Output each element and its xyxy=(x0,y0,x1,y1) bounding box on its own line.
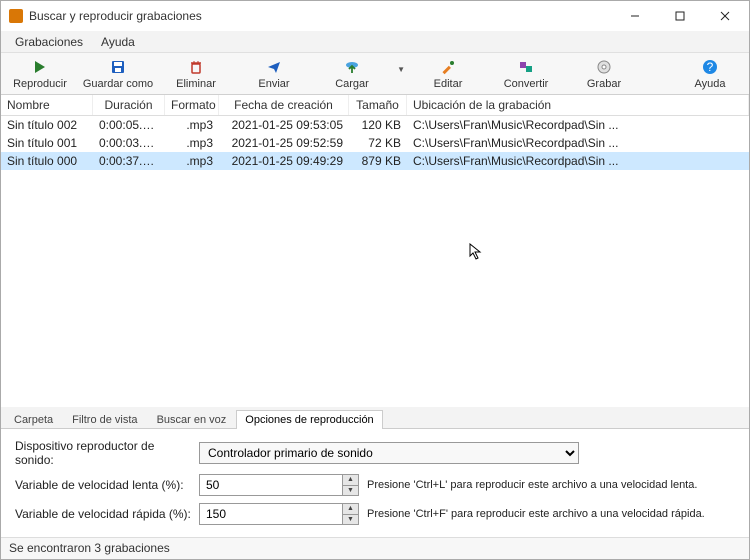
slow-speed-input[interactable] xyxy=(199,474,359,496)
cell-name: Sin título 000 xyxy=(1,152,93,170)
save-icon xyxy=(109,58,127,76)
fast-speed-label: Variable de velocidad rápida (%): xyxy=(15,507,191,521)
cell-name: Sin título 001 xyxy=(1,134,93,152)
cell-size: 120 KB xyxy=(349,116,407,134)
maximize-button[interactable] xyxy=(657,2,702,30)
table-header: Nombre Duración Formato Fecha de creació… xyxy=(1,95,749,116)
cell-format: .mp3 xyxy=(165,116,219,134)
dropdown-arrow-icon[interactable]: ▼ xyxy=(397,65,405,74)
col-created[interactable]: Fecha de creación xyxy=(219,95,349,115)
menubar: Grabaciones Ayuda xyxy=(1,31,749,53)
app-icon xyxy=(9,9,23,23)
play-button[interactable]: Reproducir xyxy=(1,55,79,92)
send-icon xyxy=(265,58,283,76)
trash-icon xyxy=(187,58,205,76)
toolbar: Reproducir Guardar como Eliminar Enviar … xyxy=(1,53,749,95)
edit-button[interactable]: Editar xyxy=(409,55,487,92)
window-title: Buscar y reproducir grabaciones xyxy=(29,9,612,23)
cell-size: 72 KB xyxy=(349,134,407,152)
send-button[interactable]: Enviar xyxy=(235,55,313,92)
menu-recordings[interactable]: Grabaciones xyxy=(7,33,91,51)
close-button[interactable] xyxy=(702,2,747,30)
fast-speed-input[interactable] xyxy=(199,503,359,525)
minimize-button[interactable] xyxy=(612,2,657,30)
status-bar: Se encontraron 3 grabaciones xyxy=(1,537,749,559)
cell-name: Sin título 002 xyxy=(1,116,93,134)
upload-icon xyxy=(343,58,361,76)
col-location[interactable]: Ubicación de la grabación xyxy=(407,95,749,115)
convert-icon xyxy=(517,58,535,76)
play-icon xyxy=(31,58,49,76)
svg-text:?: ? xyxy=(707,60,714,74)
tab-playback[interactable]: Opciones de reproducción xyxy=(236,410,382,429)
table-row[interactable]: Sin título 0010:00:03.082.mp32021-01-25 … xyxy=(1,134,749,152)
playback-options-panel: Dispositivo reproductor de sonido: Contr… xyxy=(1,429,749,537)
fast-speed-hint: Presione 'Ctrl+F' para reproducir este a… xyxy=(367,508,705,520)
cell-created: 2021-01-25 09:49:29 xyxy=(219,152,349,170)
tab-viewfilter[interactable]: Filtro de vista xyxy=(63,410,146,429)
disc-icon xyxy=(595,58,613,76)
col-size[interactable]: Tamaño xyxy=(349,95,407,115)
cell-duration: 0:00:03.082 xyxy=(93,134,165,152)
cell-created: 2021-01-25 09:52:59 xyxy=(219,134,349,152)
cell-size: 879 KB xyxy=(349,152,407,170)
table-row[interactable]: Sin título 0020:00:05.120.mp32021-01-25 … xyxy=(1,116,749,134)
tab-folder[interactable]: Carpeta xyxy=(5,410,62,429)
slow-speed-label: Variable de velocidad lenta (%): xyxy=(15,478,191,492)
help-button[interactable]: ? Ayuda xyxy=(671,55,749,92)
table-row[interactable]: Sin título 0000:00:37.537.mp32021-01-25 … xyxy=(1,152,749,170)
cell-location: C:\Users\Fran\Music\Recordpad\Sin ... xyxy=(407,152,749,170)
device-select[interactable]: Controlador primario de sonido xyxy=(199,442,579,464)
menu-help[interactable]: Ayuda xyxy=(93,33,143,51)
col-name[interactable]: Nombre xyxy=(1,95,93,115)
bottom-tabstrip: Carpeta Filtro de vista Buscar en voz Op… xyxy=(1,407,749,429)
saveas-button[interactable]: Guardar como xyxy=(79,55,157,92)
slow-speed-stepper[interactable]: ▲▼ xyxy=(342,475,358,495)
tab-voicesearch[interactable]: Buscar en voz xyxy=(148,410,236,429)
fast-speed-stepper[interactable]: ▲▼ xyxy=(342,504,358,524)
upload-button[interactable]: Cargar ▼ xyxy=(313,55,391,92)
cell-format: .mp3 xyxy=(165,152,219,170)
cell-created: 2021-01-25 09:53:05 xyxy=(219,116,349,134)
col-duration[interactable]: Duración xyxy=(93,95,165,115)
cell-duration: 0:00:05.120 xyxy=(93,116,165,134)
help-icon: ? xyxy=(701,58,719,76)
slow-speed-hint: Presione 'Ctrl+L' para reproducir este a… xyxy=(367,479,697,491)
edit-icon xyxy=(439,58,457,76)
cell-format: .mp3 xyxy=(165,134,219,152)
delete-button[interactable]: Eliminar xyxy=(157,55,235,92)
col-format[interactable]: Formato xyxy=(165,95,219,115)
cell-location: C:\Users\Fran\Music\Recordpad\Sin ... xyxy=(407,134,749,152)
device-label: Dispositivo reproductor de sonido: xyxy=(15,439,191,467)
burn-button[interactable]: Grabar xyxy=(565,55,643,92)
cell-duration: 0:00:37.537 xyxy=(93,152,165,170)
cell-location: C:\Users\Fran\Music\Recordpad\Sin ... xyxy=(407,116,749,134)
convert-button[interactable]: Convertir xyxy=(487,55,565,92)
recordings-table: Nombre Duración Formato Fecha de creació… xyxy=(1,95,749,407)
